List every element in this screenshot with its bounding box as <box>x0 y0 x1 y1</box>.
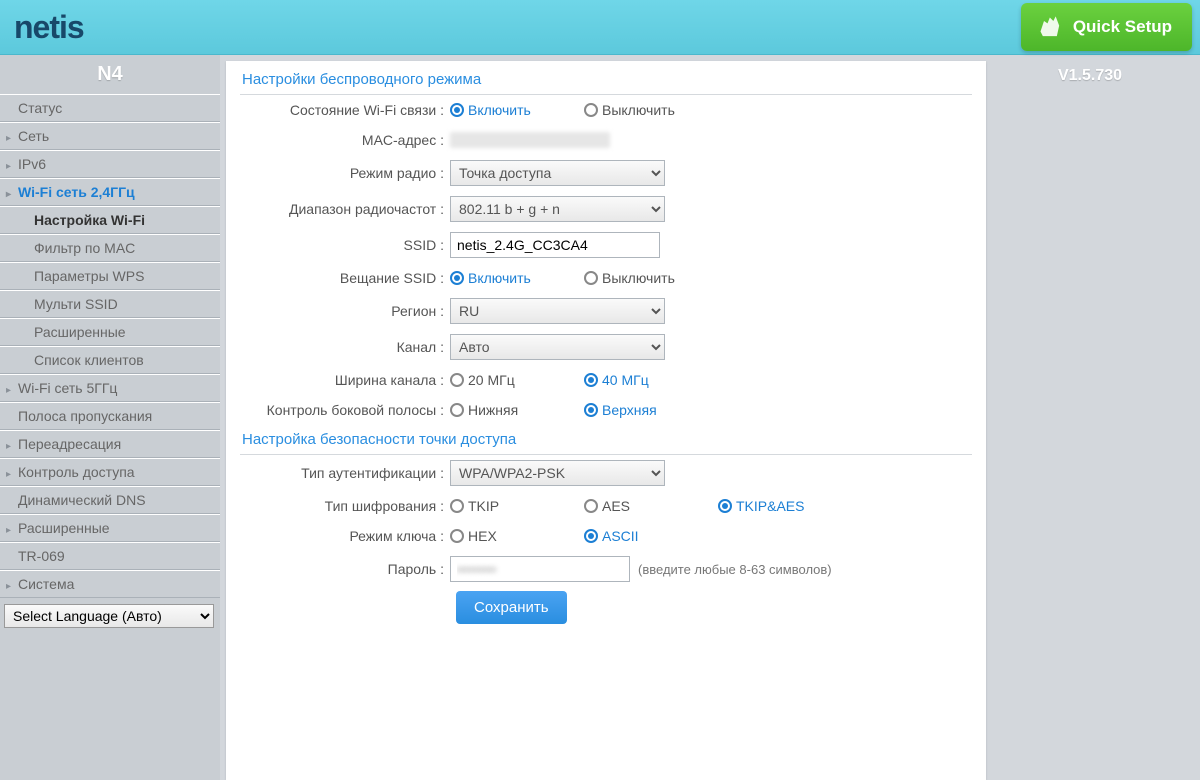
nav-status[interactable]: Статус <box>0 94 220 122</box>
row-width: Ширина канала : 20 МГц 40 МГц <box>240 365 972 395</box>
label-sideband: Контроль боковой полосы : <box>240 402 450 418</box>
nav-mac-filter[interactable]: Фильтр по MAC <box>0 234 220 262</box>
radio-broadcast-off[interactable]: Выключить <box>584 270 694 286</box>
nav-ddns[interactable]: Динамический DNS <box>0 486 220 514</box>
label-auth: Тип аутентификации : <box>240 465 450 481</box>
input-password[interactable] <box>450 556 630 582</box>
row-radio-mode: Режим радио : Точка доступа <box>240 155 972 191</box>
row-wifi-state: Состояние Wi-Fi связи : Включить Выключи… <box>240 95 972 125</box>
body: N4 Статус Сеть IPv6 Wi-Fi сеть 2,4ГГц На… <box>0 55 1200 780</box>
radio-broadcast-on[interactable]: Включить <box>450 270 560 286</box>
radio-sideband-lower[interactable]: Нижняя <box>450 402 560 418</box>
radio-dot-icon <box>450 403 464 417</box>
logo: netis <box>8 9 84 46</box>
select-region[interactable]: RU <box>450 298 665 324</box>
radio-wifi-enable[interactable]: Включить <box>450 102 560 118</box>
label-band: Диапазон радиочастот : <box>240 201 450 217</box>
radio-dot-icon <box>584 499 598 513</box>
row-broadcast: Вещание SSID : Включить Выключить <box>240 263 972 293</box>
label-ssid: SSID : <box>240 237 450 253</box>
radio-enc-tkip[interactable]: TKIP <box>450 498 560 514</box>
mac-value <box>450 132 610 148</box>
label-wifi-state: Состояние Wi-Fi связи : <box>240 102 450 118</box>
select-channel[interactable]: Авто <box>450 334 665 360</box>
row-mac: MAC-адрес : <box>240 125 972 155</box>
main-column: Настройки беспроводного режима Состояние… <box>220 55 1200 780</box>
nav-system[interactable]: Система <box>0 570 220 598</box>
nav-forwarding[interactable]: Переадресация <box>0 430 220 458</box>
nav-network[interactable]: Сеть <box>0 122 220 150</box>
radio-wifi-disable[interactable]: Выключить <box>584 102 694 118</box>
row-channel: Канал : Авто <box>240 329 972 365</box>
clap-icon <box>1037 14 1065 42</box>
label-width: Ширина канала : <box>240 372 450 388</box>
nav-multi-ssid[interactable]: Мульти SSID <box>0 290 220 318</box>
radio-key-ascii[interactable]: ASCII <box>584 528 694 544</box>
section-security-title: Настройка безопасности точки доступа <box>240 425 972 455</box>
row-keymode: Режим ключа : HEX ASCII <box>240 521 972 551</box>
radio-dot-icon <box>450 271 464 285</box>
row-password: Пароль : (введите любые 8-63 символов) <box>240 551 972 587</box>
nav-access-control[interactable]: Контроль доступа <box>0 458 220 486</box>
nav-advanced-wifi[interactable]: Расширенные <box>0 318 220 346</box>
row-band: Диапазон радиочастот : 802.11 b + g + n <box>240 191 972 227</box>
label-region: Регион : <box>240 303 450 319</box>
nav-tr069[interactable]: TR-069 <box>0 542 220 570</box>
select-auth[interactable]: WPA/WPA2-PSK <box>450 460 665 486</box>
input-ssid[interactable] <box>450 232 660 258</box>
nav-wps[interactable]: Параметры WPS <box>0 262 220 290</box>
row-encryption: Тип шифрования : TKIP AES TKIP&AES <box>240 491 972 521</box>
radio-dot-icon <box>450 529 464 543</box>
radio-dot-icon <box>584 403 598 417</box>
row-auth: Тип аутентификации : WPA/WPA2-PSK <box>240 455 972 491</box>
model-label: N4 <box>0 55 220 94</box>
radio-dot-icon <box>718 499 732 513</box>
radio-dot-icon <box>584 529 598 543</box>
radio-dot-icon <box>450 373 464 387</box>
label-mac: MAC-адрес : <box>240 132 450 148</box>
radio-dot-icon <box>584 103 598 117</box>
nav-wifi-5[interactable]: Wi-Fi сеть 5ГГц <box>0 374 220 402</box>
header-bar: netis Quick Setup <box>0 0 1200 55</box>
language-wrap: Select Language (Авто) <box>0 598 220 634</box>
quick-setup-button[interactable]: Quick Setup <box>1021 3 1192 51</box>
nav-bandwidth[interactable]: Полоса пропускания <box>0 402 220 430</box>
nav-advanced[interactable]: Расширенные <box>0 514 220 542</box>
nav-ipv6[interactable]: IPv6 <box>0 150 220 178</box>
label-channel: Канал : <box>240 339 450 355</box>
quick-setup-label: Quick Setup <box>1073 17 1172 36</box>
save-button[interactable]: Сохранить <box>456 591 567 624</box>
radio-width-20[interactable]: 20 МГц <box>450 372 560 388</box>
select-radio-mode[interactable]: Точка доступа <box>450 160 665 186</box>
radio-dot-icon <box>450 499 464 513</box>
sidebar: N4 Статус Сеть IPv6 Wi-Fi сеть 2,4ГГц На… <box>0 55 220 780</box>
radio-width-40[interactable]: 40 МГц <box>584 372 694 388</box>
label-keymode: Режим ключа : <box>240 528 450 544</box>
radio-key-hex[interactable]: HEX <box>450 528 560 544</box>
radio-enc-both[interactable]: TKIP&AES <box>718 498 828 514</box>
nav-wifi-settings[interactable]: Настройка Wi-Fi <box>0 206 220 234</box>
label-broadcast: Вещание SSID : <box>240 270 450 286</box>
row-ssid: SSID : <box>240 227 972 263</box>
radio-dot-icon <box>584 271 598 285</box>
version-label: V1.5.730 <box>986 61 1194 780</box>
radio-dot-icon <box>450 103 464 117</box>
language-select[interactable]: Select Language (Авто) <box>4 604 214 628</box>
nav-wifi-24[interactable]: Wi-Fi сеть 2,4ГГц <box>0 178 220 206</box>
select-band[interactable]: 802.11 b + g + n <box>450 196 665 222</box>
label-password: Пароль : <box>240 561 450 577</box>
radio-sideband-upper[interactable]: Верхняя <box>584 402 694 418</box>
radio-enc-aes[interactable]: AES <box>584 498 694 514</box>
section-wireless-title: Настройки беспроводного режима <box>240 65 972 95</box>
label-encryption: Тип шифрования : <box>240 498 450 514</box>
row-region: Регион : RU <box>240 293 972 329</box>
label-radio-mode: Режим радио : <box>240 165 450 181</box>
row-sideband: Контроль боковой полосы : Нижняя Верхняя <box>240 395 972 425</box>
nav-menu: Статус Сеть IPv6 Wi-Fi сеть 2,4ГГц Настр… <box>0 94 220 598</box>
radio-dot-icon <box>584 373 598 387</box>
nav-client-list[interactable]: Список клиентов <box>0 346 220 374</box>
password-hint: (введите любые 8-63 символов) <box>638 562 832 577</box>
settings-panel: Настройки беспроводного режима Состояние… <box>226 61 986 780</box>
